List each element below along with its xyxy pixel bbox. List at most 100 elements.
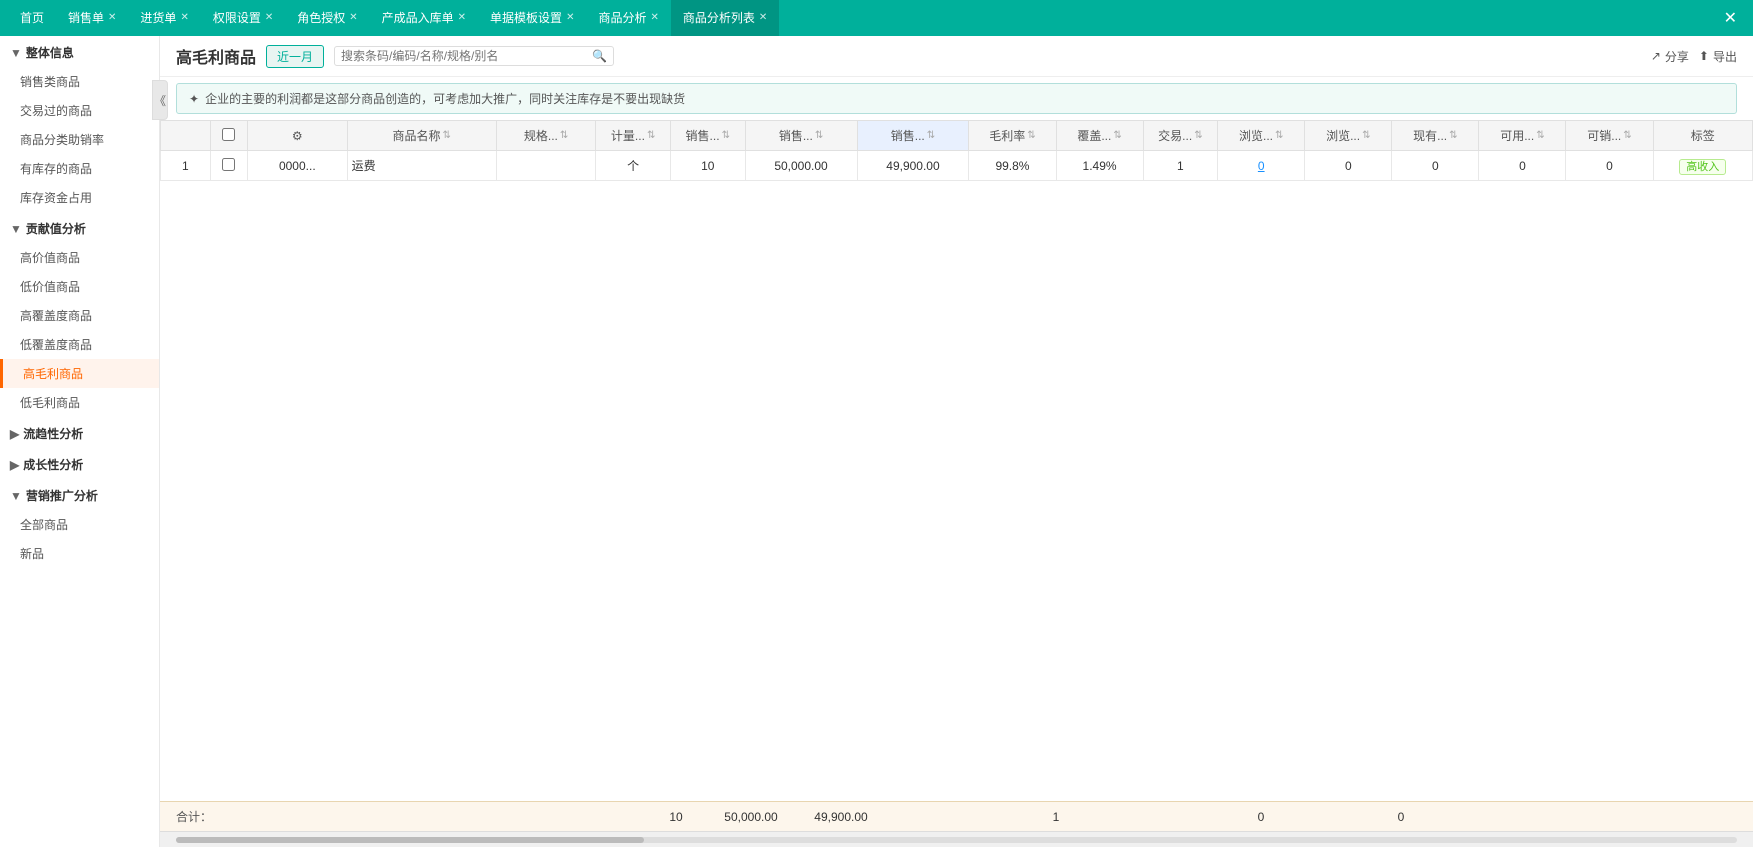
nav-analysis-list[interactable]: 商品分析列表 ✕: [671, 0, 779, 36]
row-checkbox[interactable]: [222, 158, 235, 171]
nav-template[interactable]: 单据模板设置 ✕: [478, 0, 586, 36]
sort-icon-sellable: ⇅: [1623, 130, 1631, 141]
sidebar-item-all-goods[interactable]: 全部商品: [0, 510, 159, 539]
th-sales-amt[interactable]: 销售... ⇅: [745, 121, 857, 151]
footer-gross-rate: [886, 810, 956, 824]
close-window-button[interactable]: ✕: [1716, 8, 1745, 28]
sidebar-item-high-coverage[interactable]: 高覆盖度商品: [0, 301, 159, 330]
th-browse2[interactable]: 浏览... ⇅: [1305, 121, 1392, 151]
nav-role[interactable]: 角色授权 ✕: [285, 0, 369, 36]
th-unit[interactable]: 计量... ⇅: [596, 121, 671, 151]
sidebar-collapse-button[interactable]: 《: [152, 80, 168, 120]
share-icon: ↗: [1651, 49, 1661, 63]
nav-product-storage[interactable]: 产成品入库单 ✕: [370, 0, 478, 36]
th-cover[interactable]: 覆盖... ⇅: [1056, 121, 1143, 151]
chevron-right-icon-2: ▶: [10, 458, 19, 472]
sidebar-item-new-goods[interactable]: 新品: [0, 539, 159, 568]
close-role-tab[interactable]: ✕: [349, 0, 357, 36]
th-check[interactable]: [210, 121, 247, 151]
th-code[interactable]: ⚙: [248, 121, 348, 151]
top-navigation: 首页 销售单 ✕ 进货单 ✕ 权限设置 ✕ 角色授权 ✕ 产成品入库单 ✕ 单据…: [0, 0, 1753, 36]
th-browse1[interactable]: 浏览... ⇅: [1218, 121, 1305, 151]
row-code: 0000...: [248, 151, 348, 181]
th-sellable[interactable]: 可销... ⇅: [1566, 121, 1653, 151]
sort-icon-usable: ⇅: [1536, 130, 1544, 141]
footer-total-bar: 合计： 10 50,000.00 49,900.00 1 0 0: [160, 801, 1753, 831]
sidebar-item-stocked-goods[interactable]: 有库存的商品: [0, 154, 159, 183]
footer-spec: [506, 810, 586, 824]
th-spec[interactable]: 规格... ⇅: [496, 121, 596, 151]
nav-sales[interactable]: 销售单 ✕: [56, 0, 128, 36]
sort-icon-spec: ⇅: [560, 130, 568, 141]
data-table: ⚙ 商品名称 ⇅ 规格... ⇅: [160, 120, 1753, 181]
row-trans: 1: [1143, 151, 1218, 181]
row-cover: 1.49%: [1056, 151, 1143, 181]
browse1-link[interactable]: 0: [1258, 159, 1265, 173]
sidebar-item-category-rate[interactable]: 商品分类助销率: [0, 125, 159, 154]
sort-icon-gross-rate: ⇅: [1027, 130, 1035, 141]
sidebar-item-high-margin[interactable]: 高毛利商品: [0, 359, 159, 388]
nav-home[interactable]: 首页: [8, 0, 56, 36]
high-income-tag: 高收入: [1679, 159, 1726, 175]
close-template-tab[interactable]: ✕: [566, 0, 574, 36]
row-sales-qty: 10: [670, 151, 745, 181]
scrollbar-thumb[interactable]: [176, 837, 644, 843]
close-sales-tab[interactable]: ✕: [108, 0, 116, 36]
horizontal-scrollbar[interactable]: [160, 831, 1753, 847]
filter-recent-month-button[interactable]: 近一月: [266, 45, 324, 68]
sidebar-item-traded-goods[interactable]: 交易过的商品: [0, 96, 159, 125]
sidebar-item-low-value[interactable]: 低价值商品: [0, 272, 159, 301]
export-icon: ⬆: [1699, 49, 1709, 63]
row-available: 0: [1392, 151, 1479, 181]
search-icon[interactable]: 🔍: [592, 49, 607, 63]
footer-check: [276, 810, 306, 824]
th-name[interactable]: 商品名称 ⇅: [347, 121, 496, 151]
close-product-storage-tab[interactable]: ✕: [458, 0, 466, 36]
sidebar-item-high-value[interactable]: 高价值商品: [0, 243, 159, 272]
close-purchase-tab[interactable]: ✕: [180, 0, 188, 36]
sort-icon-sales-cost: ⇅: [927, 130, 935, 141]
nav-permission[interactable]: 权限设置 ✕: [201, 0, 285, 36]
sidebar-item-low-margin[interactable]: 低毛利商品: [0, 388, 159, 417]
row-sales-amt: 50,000.00: [745, 151, 857, 181]
search-box: 🔍: [334, 46, 614, 66]
th-tag: 标签: [1653, 121, 1753, 151]
info-banner: ✦ 企业的主要的利润都是这部分商品创造的，可考虑加大推广，同时关注库存是不要出现…: [176, 83, 1737, 114]
th-trans[interactable]: 交易... ⇅: [1143, 121, 1218, 151]
sidebar-group-growth[interactable]: ▶ 成长性分析: [0, 448, 159, 479]
close-permission-tab[interactable]: ✕: [265, 0, 273, 36]
footer-trans: 1: [1026, 810, 1086, 824]
nav-purchase[interactable]: 进货单 ✕: [128, 0, 200, 36]
th-usable[interactable]: 可用... ⇅: [1479, 121, 1566, 151]
main-layout: ▼ 整体信息 销售类商品 交易过的商品 商品分类助销率 有库存的商品 库存资金占…: [0, 36, 1753, 847]
sidebar-item-sales-goods[interactable]: 销售类商品: [0, 67, 159, 96]
footer-cover: [956, 810, 1026, 824]
export-button[interactable]: ⬆ 导出: [1699, 48, 1737, 65]
th-sales-qty[interactable]: 销售... ⇅: [670, 121, 745, 151]
nav-analysis[interactable]: 商品分析 ✕: [586, 0, 670, 36]
close-analysis-tab[interactable]: ✕: [650, 0, 658, 36]
chevron-right-icon: ▶: [10, 427, 19, 441]
th-num: [161, 121, 211, 151]
search-input[interactable]: [341, 49, 592, 63]
row-browse1[interactable]: 0: [1218, 151, 1305, 181]
th-available[interactable]: 现有... ⇅: [1392, 121, 1479, 151]
sidebar-item-low-coverage[interactable]: 低覆盖度商品: [0, 330, 159, 359]
footer-sales-qty: 10: [646, 810, 706, 824]
share-button[interactable]: ↗ 分享: [1651, 48, 1689, 65]
sidebar-group-contribution[interactable]: ▼ 贡献值分析: [0, 212, 159, 243]
th-gross-rate[interactable]: 毛利率 ⇅: [969, 121, 1056, 151]
settings-icon[interactable]: ⚙: [292, 129, 303, 143]
row-check[interactable]: [210, 151, 247, 181]
sidebar-group-overall[interactable]: ▼ 整体信息: [0, 36, 159, 67]
sidebar-group-marketing[interactable]: ▼ 营销推广分析: [0, 479, 159, 510]
row-unit: 个: [596, 151, 671, 181]
sort-icon-sales-qty: ⇅: [722, 130, 730, 141]
close-analysis-list-tab[interactable]: ✕: [759, 0, 767, 36]
select-all-checkbox[interactable]: [222, 128, 235, 141]
sidebar: ▼ 整体信息 销售类商品 交易过的商品 商品分类助销率 有库存的商品 库存资金占…: [0, 36, 160, 847]
row-browse2: 0: [1305, 151, 1392, 181]
sidebar-group-trend[interactable]: ▶ 流趋性分析: [0, 417, 159, 448]
sidebar-item-stock-capital[interactable]: 库存资金占用: [0, 183, 159, 212]
th-sales-cost[interactable]: 销售... ⇅: [857, 121, 969, 151]
